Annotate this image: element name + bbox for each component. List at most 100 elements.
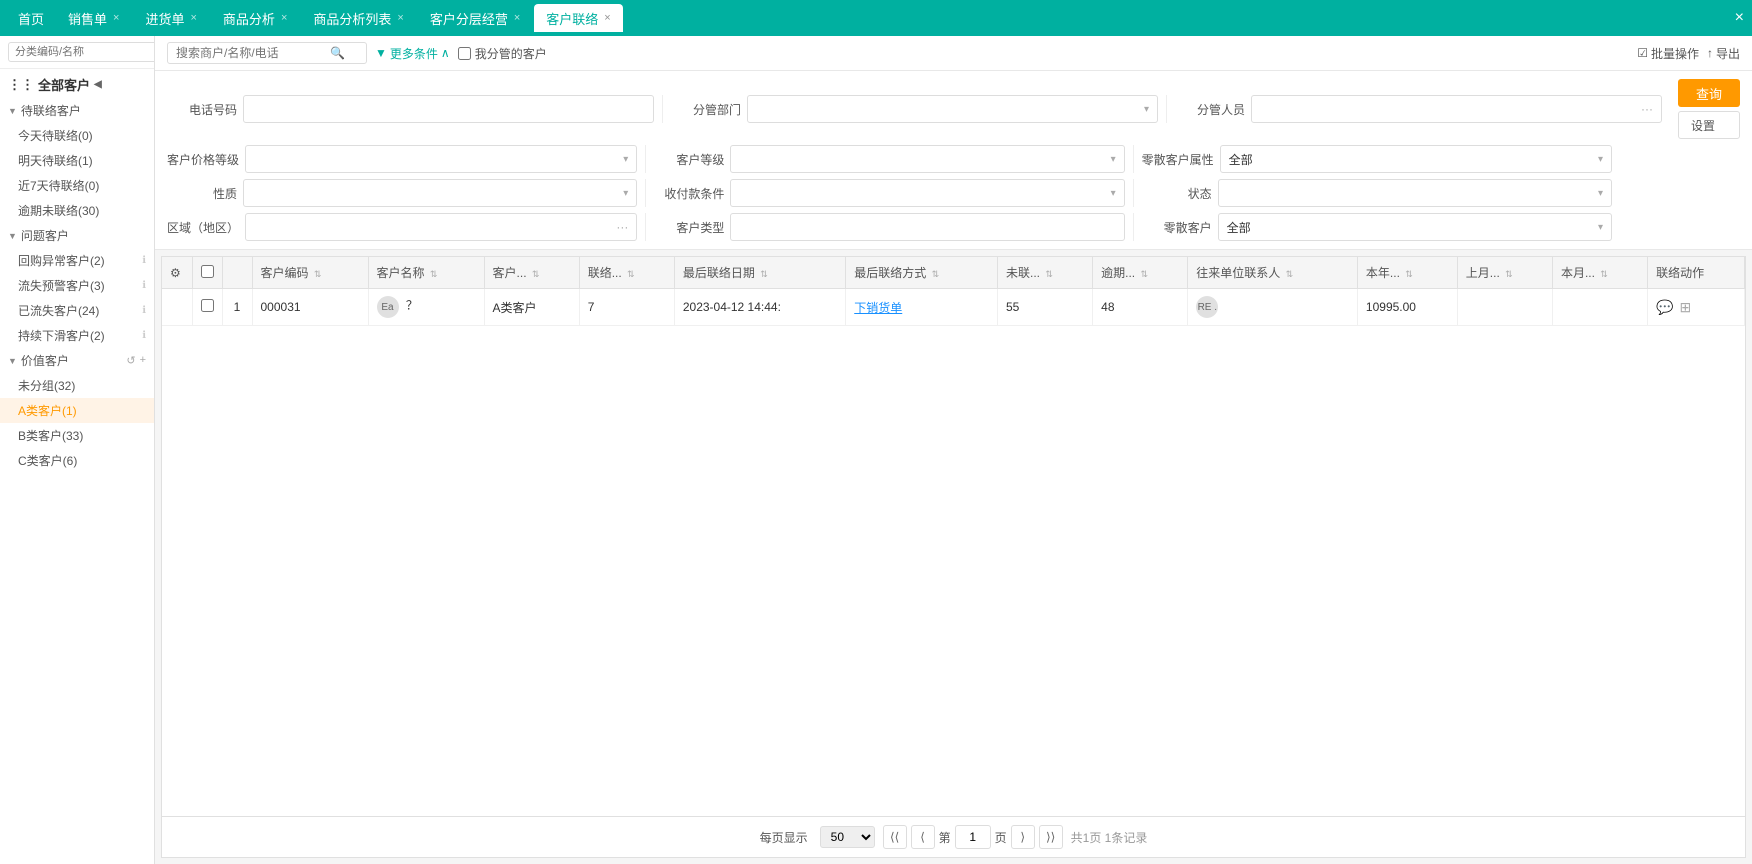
sidebar-item-a-customers[interactable]: A类客户(1) — [0, 398, 154, 423]
nav-tab-home[interactable]: 首页 — [8, 9, 54, 28]
col-header-code: 客户编码 ⇅ — [252, 257, 368, 289]
sidebar-group-value-customers[interactable]: ▼ 价值客户 ↺ + — [0, 348, 154, 373]
nav-tab-customer-segment[interactable]: 客户分层经营 × — [418, 4, 532, 32]
sort-icon[interactable]: ⇅ — [314, 269, 322, 279]
close-tab-purchase-icon[interactable]: × — [190, 12, 196, 24]
sidebar-group-waiting-contact[interactable]: ▼ 待联络客户 — [0, 98, 154, 123]
row-check — [192, 289, 222, 326]
col-header-settings[interactable]: ⚙ — [162, 257, 192, 289]
filter-select-payment[interactable]: ▾ — [730, 179, 1124, 207]
filter-more-button[interactable]: ▼ 更多条件 ∧ — [375, 45, 450, 62]
nav-tab-product-analysis[interactable]: 商品分析 × — [211, 4, 299, 32]
nav-tab-customer-contact[interactable]: 客户联络 × — [534, 4, 622, 32]
close-tab-product-analysis-list-icon[interactable]: × — [397, 12, 403, 24]
sidebar-item-overdue-contact[interactable]: 逾期未联络(30) — [0, 198, 154, 223]
row-action: 💬 ⊞ — [1648, 289, 1745, 326]
filter-select-retail-attr[interactable]: 全部 ▾ — [1220, 145, 1612, 173]
sidebar-item-b-customers[interactable]: B类客户(33) — [0, 423, 154, 448]
page-nav: ⟨⟨ ⟨ 第 页 ⟩ ⟩⟩ — [883, 825, 1063, 849]
row-this-month — [1552, 289, 1647, 326]
sidebar-search-input[interactable] — [8, 42, 155, 62]
refresh-icon[interactable]: ↺ — [126, 354, 135, 367]
page-number-input[interactable] — [955, 825, 991, 849]
filter-field-phone: 电话号码 — [167, 95, 654, 123]
close-tab-customer-contact-icon[interactable]: × — [604, 12, 610, 24]
sort-icon[interactable]: ⇅ — [430, 269, 438, 279]
pagination: 每页显示 50 100 200 ⟨⟨ ⟨ 第 页 ⟩ ⟩⟩ 共1页 1条记录 — [162, 816, 1745, 857]
filter-input-phone[interactable] — [243, 95, 654, 123]
chevron-down-icon: ▾ — [1598, 222, 1603, 233]
page-first-button[interactable]: ⟨⟨ — [883, 825, 907, 849]
page-size-select[interactable]: 50 100 200 — [820, 826, 875, 848]
sort-icon[interactable]: ⇅ — [1505, 269, 1513, 279]
sidebar-item-repurchase-abnormal[interactable]: 回购异常客户(2) ℹ — [0, 248, 154, 273]
table-row: 1 000031 Ea ？ A类客户 7 2023-04-12 14:44: 下… — [162, 289, 1745, 326]
sidebar-item-7day-contact[interactable]: 近7天待联络(0) — [0, 173, 154, 198]
sort-icon[interactable]: ⇅ — [627, 269, 635, 279]
chat-icon[interactable]: 💬 — [1656, 299, 1673, 316]
sidebar-item-tomorrow-contact[interactable]: 明天待联络(1) — [0, 148, 154, 173]
sort-icon[interactable]: ⇅ — [1045, 269, 1053, 279]
export-button[interactable]: ↑ 导出 — [1707, 45, 1740, 62]
last-contact-method-link[interactable]: 下销货单 — [854, 301, 902, 315]
sort-icon[interactable]: ⇅ — [1141, 269, 1149, 279]
filter-select-price-level[interactable]: ▾ — [245, 145, 637, 173]
filter-select-manager[interactable]: ··· — [1251, 95, 1662, 123]
filter-select-region[interactable]: ··· — [245, 213, 637, 241]
batch-ops-button[interactable]: ☑ 批量操作 — [1637, 45, 1699, 62]
filter-select-dept[interactable]: ▾ — [747, 95, 1158, 123]
sidebar-group-problem-customers[interactable]: ▼ 问题客户 — [0, 223, 154, 248]
filter-field-nature: 性质 ▾ — [167, 179, 637, 207]
sort-icon[interactable]: ⇅ — [532, 269, 540, 279]
my-customers-checkbox[interactable] — [458, 47, 471, 60]
nav-tab-sales[interactable]: 销售单 × — [56, 4, 131, 32]
page-last-button[interactable]: ⟩⟩ — [1039, 825, 1063, 849]
select-all-checkbox[interactable] — [201, 265, 214, 278]
filter-select-nature[interactable]: ▾ — [243, 179, 637, 207]
filter-row-3: 性质 ▾ 收付款条件 ▾ 状态 — [167, 179, 1740, 207]
add-group-icon[interactable]: + — [140, 354, 146, 367]
page-next-button[interactable]: ⟩ — [1011, 825, 1035, 849]
filter-select-customer-level[interactable]: ▾ — [730, 145, 1124, 173]
info-icon: ℹ — [142, 280, 146, 291]
col-header-rownum — [222, 257, 252, 289]
filter-search-input[interactable] — [176, 46, 326, 60]
filter-label-payment: 收付款条件 — [654, 185, 724, 202]
nav-tab-product-analysis-list[interactable]: 商品分析列表 × — [301, 4, 415, 32]
qr-icon[interactable]: ⊞ — [1680, 299, 1692, 316]
nav-tab-purchase[interactable]: 进货单 × — [133, 4, 208, 32]
close-tab-sales-icon[interactable]: × — [113, 12, 119, 24]
filter-search-icon[interactable]: 🔍 — [330, 46, 345, 60]
sidebar-item-lost-customers[interactable]: 已流失客户(24) ℹ — [0, 298, 154, 323]
filter-actions: ☑ 批量操作 ↑ 导出 — [1637, 45, 1740, 62]
row-settings — [162, 289, 192, 326]
row-no-contact: 55 — [997, 289, 1092, 326]
close-all-tabs-icon[interactable]: × — [1735, 9, 1744, 27]
row-overdue: 48 — [1093, 289, 1188, 326]
close-tab-product-analysis-icon[interactable]: × — [281, 12, 287, 24]
row-checkbox[interactable] — [201, 299, 214, 312]
sort-icon[interactable]: ⇅ — [932, 269, 940, 279]
sort-icon[interactable]: ⇅ — [1286, 269, 1294, 279]
sort-icon[interactable]: ⇅ — [1600, 269, 1608, 279]
filter-field-customer-level: 客户等级 ▾ — [654, 145, 1124, 173]
close-tab-customer-segment-icon[interactable]: × — [514, 12, 520, 24]
sidebar-item-today-contact[interactable]: 今天待联络(0) — [0, 123, 154, 148]
filter-select-status[interactable]: ▾ — [1218, 179, 1612, 207]
filter-search-box: 🔍 — [167, 42, 367, 64]
sidebar-item-ungrouped[interactable]: 未分组(32) — [0, 373, 154, 398]
filter-label-customer-type: 客户类型 — [654, 219, 724, 236]
sidebar-collapse-icon[interactable]: ◀ — [94, 79, 102, 90]
advanced-filter: 电话号码 分管部门 ▾ 分管人员 ··· — [155, 71, 1752, 250]
sidebar-item-loss-warning[interactable]: 流失预警客户(3) ℹ — [0, 273, 154, 298]
filter-select-retail-customer[interactable]: 全部 ▾ — [1218, 213, 1612, 241]
sidebar-item-c-customers[interactable]: C类客户(6) — [0, 448, 154, 473]
table-scroll[interactable]: ⚙ 客户编码 ⇅ 客户名称 ⇅ — [162, 257, 1745, 816]
setting-button[interactable]: 设置 — [1678, 111, 1740, 139]
page-prev-button[interactable]: ⟨ — [911, 825, 935, 849]
sort-icon[interactable]: ⇅ — [1405, 269, 1413, 279]
query-button[interactable]: 查询 — [1678, 79, 1740, 107]
filter-input-customer-type[interactable] — [730, 213, 1124, 241]
sidebar-item-declining-customers[interactable]: 持续下滑客户(2) ℹ — [0, 323, 154, 348]
sort-icon[interactable]: ⇅ — [760, 269, 768, 279]
